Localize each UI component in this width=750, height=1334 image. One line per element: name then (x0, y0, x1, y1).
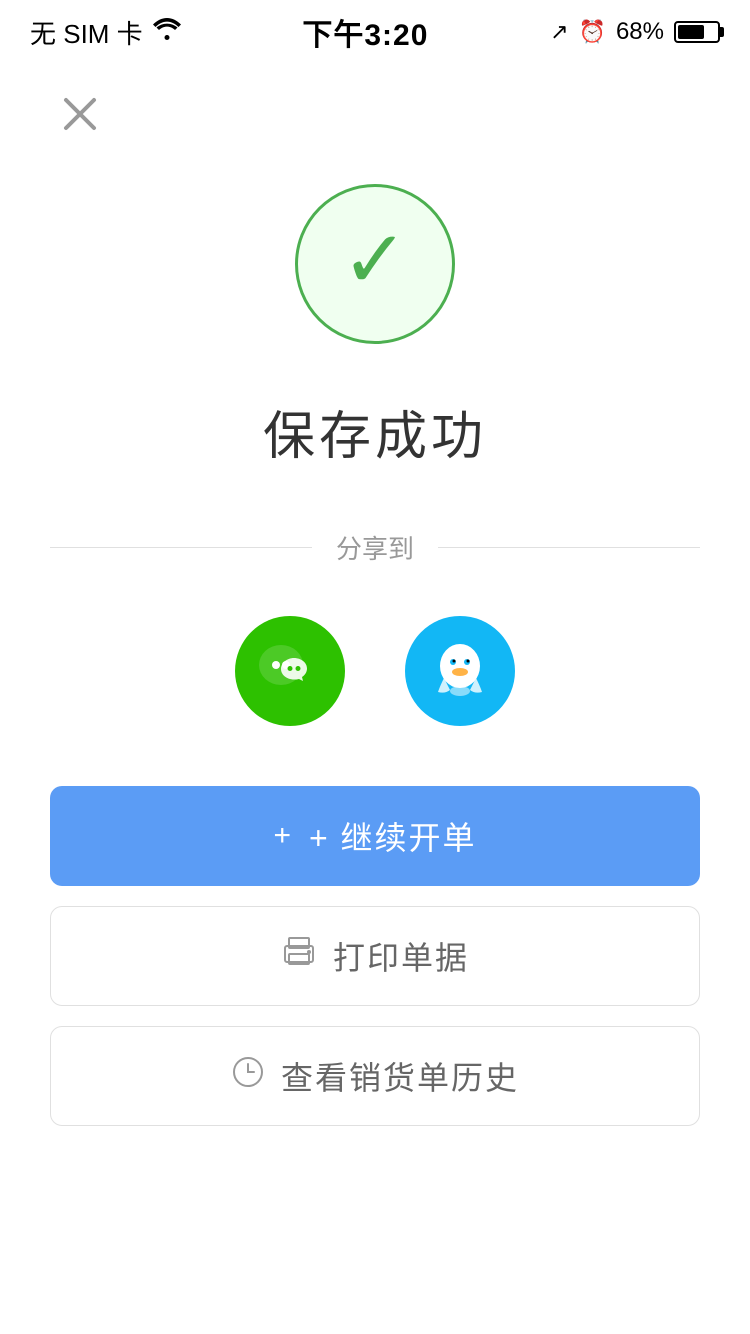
close-button[interactable] (50, 84, 110, 144)
check-circle: ✓ (295, 184, 455, 344)
share-section: 分享到 (50, 529, 700, 566)
status-bar: 无 SIM 卡 下午3:20 ↗ ⏰ 68% (0, 0, 750, 64)
wechat-share-button[interactable] (235, 616, 345, 726)
share-label: 分享到 (312, 529, 438, 566)
wechat-icon (258, 644, 322, 698)
status-right: ↗ ⏰ 68% (550, 18, 720, 46)
location-icon: ↗ (550, 19, 568, 45)
history-label: 查看销货单历史 (281, 1053, 519, 1099)
carrier-text: 无 SIM 卡 (30, 14, 143, 51)
battery-icon (674, 21, 720, 43)
continue-button[interactable]: + + 继续开单 (50, 786, 700, 886)
check-icon: ✓ (341, 220, 408, 300)
status-time: 下午3:20 (302, 10, 428, 54)
action-buttons: + + 继续开单 打印单据 (50, 786, 700, 1126)
status-left: 无 SIM 卡 (30, 14, 181, 51)
history-icon (231, 1055, 265, 1097)
continue-label: + 继续开单 (309, 813, 477, 859)
print-button[interactable]: 打印单据 (50, 906, 700, 1006)
print-label: 打印单据 (333, 933, 469, 979)
success-title: 保存成功 (263, 394, 487, 469)
qq-share-button[interactable] (405, 616, 515, 726)
success-area: ✓ 保存成功 分享到 (50, 184, 700, 1126)
battery-percent: 68% (616, 18, 664, 46)
wifi-icon (153, 18, 181, 47)
print-icon (281, 936, 317, 976)
main-content: ✓ 保存成功 分享到 (0, 64, 750, 1126)
share-icons (235, 616, 515, 726)
battery-fill (678, 25, 704, 39)
plus-icon: + (273, 819, 293, 853)
qq-icon (430, 636, 490, 706)
history-button[interactable]: 查看销货单历史 (50, 1026, 700, 1126)
close-icon (60, 94, 100, 134)
alarm-icon: ⏰ (579, 19, 606, 45)
